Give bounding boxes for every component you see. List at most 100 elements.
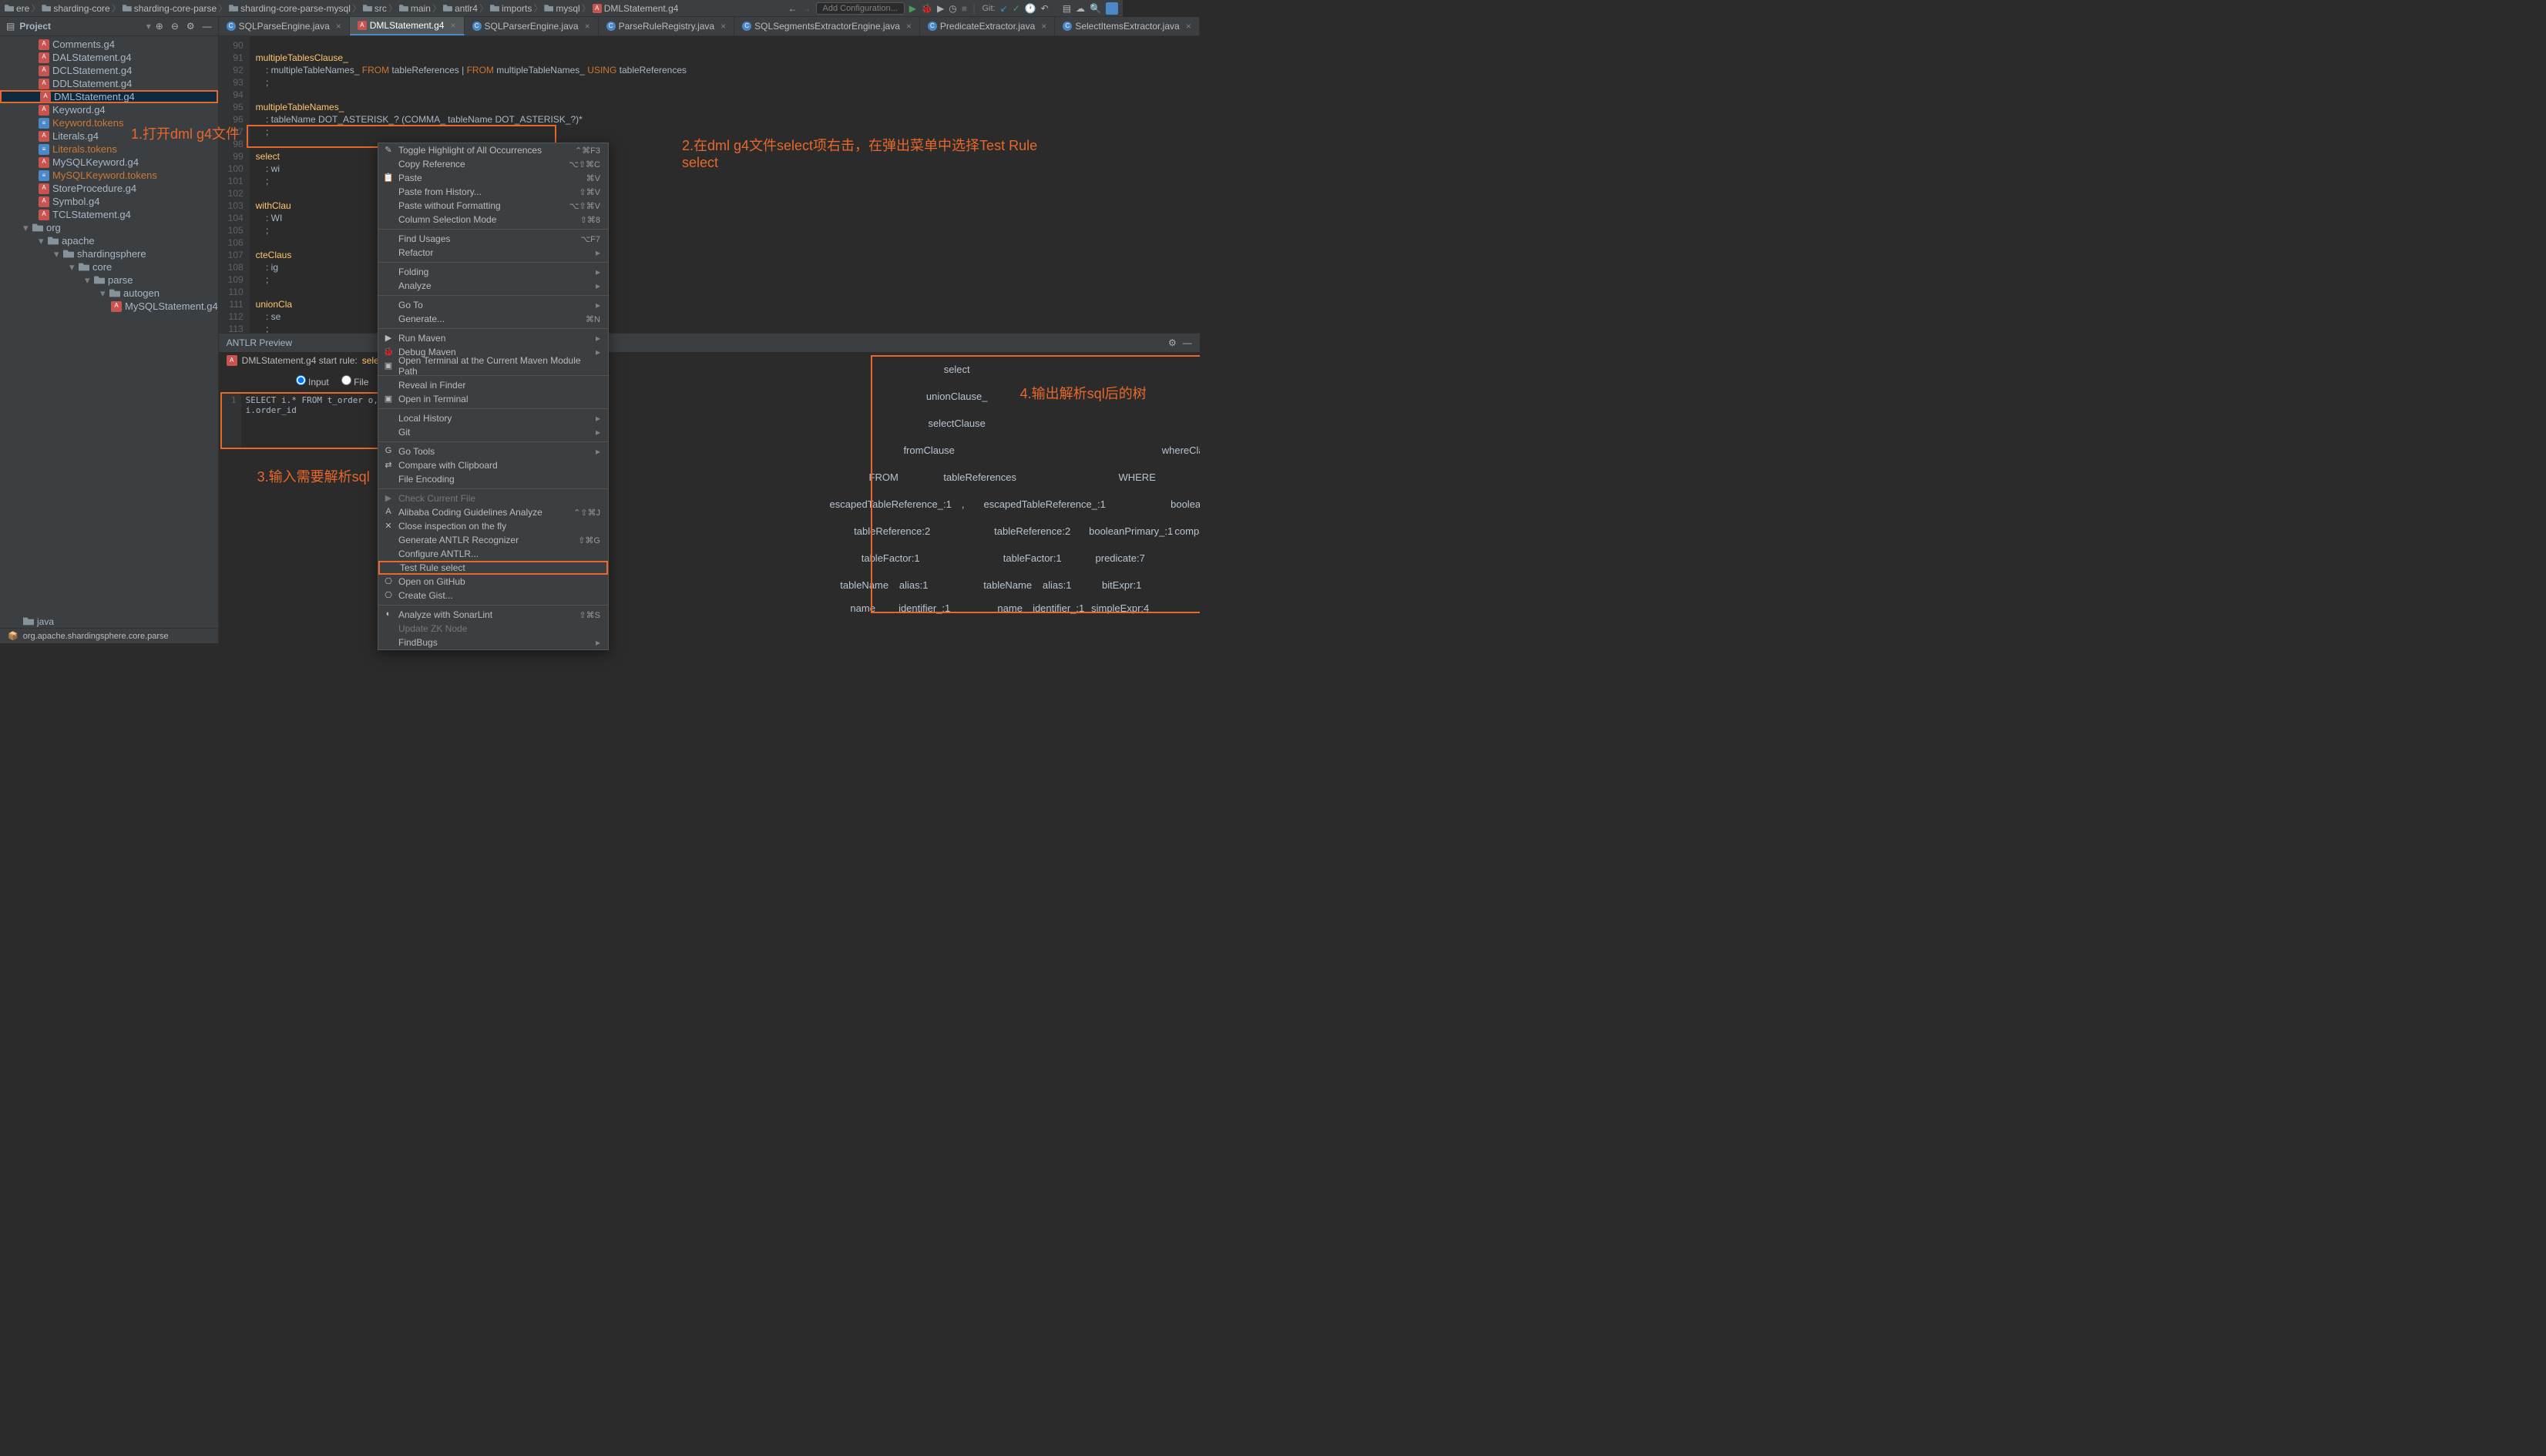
tree-item[interactable]: ▾parse [0, 273, 218, 287]
parse-tree-node[interactable]: escapedTableReference_:1 [830, 498, 952, 510]
input-radio[interactable]: Input [296, 375, 329, 387]
parse-tree-node[interactable]: tableReferences [943, 471, 1016, 483]
menu-item[interactable]: ⎔Create Gist... [378, 589, 608, 602]
avatar-icon[interactable] [1106, 2, 1118, 15]
tree-item[interactable]: ≡Literals.tokens [0, 143, 218, 156]
parse-tree-node[interactable]: tableName [840, 579, 888, 591]
menu-item[interactable]: Column Selection Mode⇧⌘8 [378, 213, 608, 226]
parse-tree-node[interactable]: bitExpr:1 [1102, 579, 1141, 591]
parse-tree-node[interactable]: WHERE [1118, 471, 1155, 483]
breadcrumb-item[interactable]: antlr4 [443, 3, 478, 14]
breadcrumb-item[interactable]: sharding-core-parse [123, 3, 217, 14]
fwd-icon[interactable]: → [802, 3, 811, 14]
gear-icon[interactable]: ⚙ [1168, 337, 1177, 348]
editor-tabs[interactable]: CSQLParseEngine.java×ADMLStatement.g4×CS… [219, 17, 1200, 36]
search-icon[interactable]: 🔍 [1090, 3, 1101, 14]
breadcrumb-item[interactable]: ADMLStatement.g4 [593, 3, 679, 14]
breadcrumb-item[interactable]: src [363, 3, 387, 14]
run-icon[interactable]: ▶ [909, 3, 916, 14]
parse-tree-node[interactable]: fromClause [903, 445, 954, 456]
parse-tree-node[interactable]: alias:1 [1043, 579, 1072, 591]
back-icon[interactable]: ← [788, 3, 798, 14]
close-icon[interactable]: × [450, 20, 455, 31]
menu-item[interactable]: Local History▸ [378, 411, 608, 425]
parse-tree-node[interactable]: booleanPrimary_:3 [1171, 498, 1200, 510]
parse-tree-node[interactable]: booleanPrimary_:1 [1089, 525, 1173, 537]
menu-item[interactable]: GGo Tools▸ [378, 445, 608, 458]
vcs-revert-icon[interactable]: ↶ [1041, 3, 1049, 14]
tree-item[interactable]: AMySQLStatement.g4 [0, 300, 218, 313]
tree-item[interactable]: ADDLStatement.g4 [0, 77, 218, 90]
menu-item[interactable]: ✕Close inspection on the fly [378, 519, 608, 533]
tree-item[interactable]: ▾autogen [0, 287, 218, 300]
menu-item[interactable]: AAlibaba Coding Guidelines Analyze⌃⇧⌘J [378, 505, 608, 519]
tree-item[interactable]: ▾org [0, 221, 218, 234]
menu-item[interactable]: Configure ANTLR... [378, 547, 608, 561]
menu-item[interactable]: Paste from History...⇧⌘V [378, 185, 608, 199]
editor-tab[interactable]: CSelectItemsExtractor.java× [1055, 17, 1199, 35]
parse-tree-node[interactable]: alias:1 [899, 579, 929, 591]
tree-item[interactable]: AMySQLKeyword.g4 [0, 156, 218, 169]
menu-item[interactable]: Find Usages⌥F7 [378, 232, 608, 246]
parse-tree-node[interactable]: select [944, 364, 970, 375]
close-icon[interactable]: × [720, 21, 726, 32]
menu-item[interactable]: Go To▸ [378, 298, 608, 312]
parse-tree-node[interactable]: identifier_:1 [898, 602, 950, 614]
tree-item[interactable]: ▾core [0, 260, 218, 273]
tree-item[interactable]: ▾shardingsphere [0, 247, 218, 260]
cloud-icon[interactable]: ☁ [1076, 3, 1085, 14]
menu-item[interactable]: ⇄Compare with Clipboard [378, 458, 608, 472]
editor-tab[interactable]: CPredicateExtractor.java× [920, 17, 1055, 35]
menu-item[interactable]: ✎Toggle Highlight of All Occurrences⌃⌘F3 [378, 143, 608, 157]
parse-tree-node[interactable]: selectClause [928, 418, 985, 429]
menu-item[interactable]: Refactor▸ [378, 246, 608, 260]
tree-item[interactable]: ≡MySQLKeyword.tokens [0, 169, 218, 182]
menu-item[interactable]: Test Rule select [378, 561, 608, 575]
editor-tab[interactable]: CParseRuleRegistry.java× [599, 17, 735, 35]
menu-item[interactable]: Folding▸ [378, 265, 608, 279]
parse-tree-node[interactable]: tableReference:2 [994, 525, 1070, 537]
coverage-icon[interactable]: ▶ [937, 3, 944, 14]
hide-panel-icon[interactable]: — [1183, 337, 1192, 348]
parse-tree-node[interactable]: , [962, 498, 965, 510]
menu-item[interactable]: Paste without Formatting⌥⇧⌘V [378, 199, 608, 213]
context-menu[interactable]: ✎Toggle Highlight of All Occurrences⌃⌘F3… [378, 143, 609, 650]
parse-tree-node[interactable]: tableFactor:1 [862, 552, 920, 564]
parse-tree-node[interactable]: predicate:7 [1096, 552, 1145, 564]
tree-item[interactable]: ASymbol.g4 [0, 195, 218, 208]
editor-tab[interactable]: CSQLSegmentsExtractorEngine.java× [734, 17, 920, 35]
tree-item[interactable]: ▾apache [0, 234, 218, 247]
parse-tree-node[interactable]: whereClause [1162, 445, 1200, 456]
menu-item[interactable]: File Encoding [378, 472, 608, 486]
tree-item[interactable]: AKeyword.g4 [0, 103, 218, 116]
tree-item[interactable]: AComments.g4 [0, 38, 218, 51]
run-config-selector[interactable]: Add Configuration... [816, 2, 905, 15]
code-editor[interactable]: 9091929394959697989910010110210310410510… [219, 36, 1200, 333]
parse-tree-panel[interactable]: select unionClause_ selectClause fromClause… [596, 352, 1200, 643]
breadcrumb-item[interactable]: sharding-core [42, 3, 109, 14]
menu-item[interactable]: Reveal in Finder [378, 378, 608, 392]
tree-item[interactable]: ADALStatement.g4 [0, 51, 218, 64]
vcs-history-icon[interactable]: 🕐 [1025, 3, 1036, 14]
editor-tab[interactable]: CSQLParserEngine.java× [465, 17, 599, 35]
close-icon[interactable]: × [906, 21, 912, 32]
parse-tree-node[interactable]: simpleExpr:4 [1091, 602, 1149, 614]
profile-icon[interactable]: ◷ [949, 3, 956, 14]
tree-item[interactable]: ADCLStatement.g4 [0, 64, 218, 77]
parse-tree-node[interactable]: name [850, 602, 875, 614]
close-icon[interactable]: × [336, 21, 341, 32]
settings-icon[interactable]: ⚙ [186, 21, 195, 32]
breadcrumb-item[interactable]: main [399, 3, 431, 14]
menu-item[interactable]: Copy Reference⌥⇧⌘C [378, 157, 608, 171]
parse-tree-node[interactable]: identifier_:1 [1033, 602, 1084, 614]
menu-item[interactable]: Generate ANTLR Recognizer⇧⌘G [378, 533, 608, 547]
menu-item[interactable]: ▣Open in Terminal [378, 392, 608, 406]
java-folder[interactable]: java [0, 615, 218, 628]
parse-tree-node[interactable]: unionClause_ [926, 391, 988, 402]
vcs-commit-icon[interactable]: ✓ [1013, 3, 1020, 14]
tree-item[interactable]: ATCLStatement.g4 [0, 208, 218, 221]
parse-tree-node[interactable]: name [997, 602, 1023, 614]
debug-icon[interactable]: 🐞 [921, 3, 932, 14]
parse-tree-node[interactable]: FROM [869, 471, 898, 483]
menu-item[interactable]: ▣Open Terminal at the Current Maven Modu… [378, 359, 608, 373]
